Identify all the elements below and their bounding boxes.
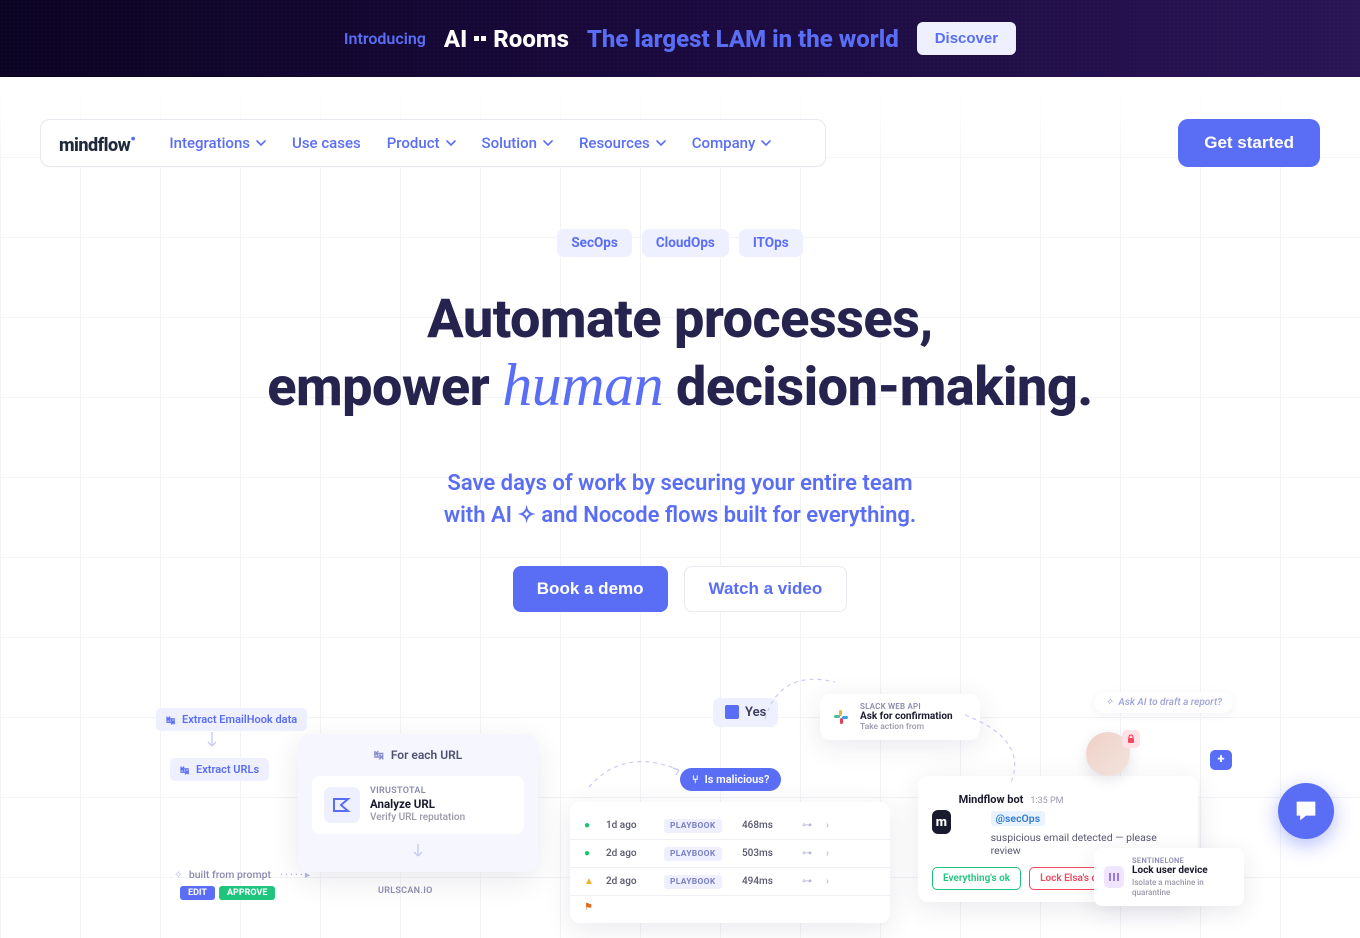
connector-arc: [584, 742, 684, 792]
urlscan-label: URLSCAN.IO: [378, 886, 433, 896]
status-flag-icon: ⚑: [584, 902, 606, 913]
announcement-discover-button[interactable]: Discover: [917, 22, 1016, 55]
arrow-down-icon: [412, 842, 424, 862]
announcement-tagline: The largest LAM in the world: [587, 25, 899, 53]
nav-items: Integrations Use cases Product Solution …: [169, 134, 771, 152]
nav-integrations[interactable]: Integrations: [169, 134, 266, 152]
chevron-right-icon: ›: [826, 848, 836, 859]
graph-icon: ⊶: [802, 876, 826, 887]
sparkle-icon: ✧: [1105, 697, 1113, 708]
connector-arc: [960, 710, 1060, 790]
chevron-down-icon: [656, 138, 666, 148]
square-icon: [725, 705, 739, 719]
chevron-down-icon: [256, 138, 266, 148]
chat-icon: [1292, 797, 1320, 825]
prompt-action-buttons: EDIT APPROVE: [180, 886, 275, 900]
add-button: +: [1210, 750, 1232, 770]
foreach-card: ↹ For each URL VIRUSTOTAL Analyze URL Ve…: [298, 734, 538, 872]
announcement-intro: Introducing: [344, 29, 426, 48]
slack-card: SLACK WEB API Ask for confirmation Take …: [820, 694, 980, 740]
hero-subhead: Save days of work by securing your entir…: [0, 468, 1360, 532]
transform-icon: ↹: [166, 714, 177, 725]
chevron-down-icon: [761, 138, 771, 148]
sentinelone-icon: [1104, 866, 1124, 888]
book-demo-button[interactable]: Book a demo: [513, 566, 668, 612]
bot-avatar: m: [932, 810, 951, 834]
hero: SecOps CloudOps ITOps Automate processes…: [0, 229, 1360, 612]
status-warn-icon: ▲: [584, 876, 606, 887]
edit-badge: EDIT: [180, 886, 215, 900]
nav-product[interactable]: Product: [387, 134, 456, 152]
loop-icon: ↹: [374, 748, 384, 762]
lock-icon: [1122, 730, 1140, 748]
nav-solution[interactable]: Solution: [482, 134, 553, 152]
virustotal-icon: [324, 787, 360, 823]
announcement-bar: Introducing AI Rooms The largest LAM in …: [0, 0, 1360, 77]
chevron-down-icon: [446, 138, 456, 148]
tag-itops[interactable]: ITOps: [739, 229, 803, 257]
branch-icon: ⑂: [692, 773, 699, 786]
sparkle-icon: ✧: [517, 500, 535, 532]
hero-illustration: ↹ Extract EmailHook data ↹ Extract URLs …: [0, 698, 1360, 938]
virustotal-card: VIRUSTOTAL Analyze URL Verify URL reputa…: [312, 776, 524, 834]
approve-badge: APPROVE: [219, 886, 275, 900]
nav-use-cases[interactable]: Use cases: [292, 134, 361, 152]
hero-buttons: Book a demo Watch a video: [0, 566, 1360, 612]
graph-icon: ⊶: [802, 848, 826, 859]
graph-icon: ⊶: [802, 820, 826, 831]
pill-extract-emailhook: ↹ Extract EmailHook data: [156, 708, 307, 731]
chat-widget-button[interactable]: [1278, 783, 1334, 839]
chevron-right-icon: ›: [826, 876, 836, 887]
nav-company[interactable]: Company: [692, 134, 772, 152]
logo[interactable]: mindflow•: [59, 130, 135, 156]
status-ok-icon: ●: [584, 848, 606, 859]
main-nav: mindflow• Integrations Use cases Product…: [40, 119, 826, 167]
hero-tags: SecOps CloudOps ITOps: [0, 229, 1360, 257]
get-started-button[interactable]: Get started: [1178, 119, 1320, 167]
sentinelone-card: SENTINELONE Lock user device Isolate a m…: [1094, 848, 1244, 906]
chevron-right-icon: ›: [826, 820, 836, 831]
table-row: ⚑: [570, 896, 890, 913]
pill-extract-urls: ↹ Extract URLs: [170, 758, 269, 781]
hero-headline: Automate processes, empower human decisi…: [0, 289, 1360, 420]
ask-ai-pill: ✧ Ask AI to draft a report?: [1094, 692, 1233, 713]
foreach-title: ↹ For each URL: [312, 748, 524, 762]
tag-cloudops[interactable]: CloudOps: [642, 229, 729, 257]
connector-arc: [760, 664, 840, 724]
chevron-down-icon: [543, 138, 553, 148]
announcement-brand: AI Rooms: [444, 25, 569, 53]
table-row: ● 1d ago PLAYBOOK 468ms ⊶ ›: [570, 812, 890, 840]
is-malicious-pill: ⑂ Is malicious?: [680, 768, 781, 791]
dots-icon: [474, 36, 486, 41]
table-row: ▲ 2d ago PLAYBOOK 494ms ⊶ ›: [570, 868, 890, 896]
built-from-prompt-label: ✧ built from prompt ·····▸: [174, 868, 312, 881]
ok-chip: Everything's ok: [932, 867, 1021, 890]
tag-secops[interactable]: SecOps: [557, 229, 631, 257]
nav-resources[interactable]: Resources: [579, 134, 666, 152]
runs-table: ● 1d ago PLAYBOOK 468ms ⊶ › ● 2d ago PLA…: [570, 802, 890, 923]
table-row: ● 2d ago PLAYBOOK 503ms ⊶ ›: [570, 840, 890, 868]
arrow-down-icon: [206, 730, 218, 754]
sparkle-icon: ✧: [174, 868, 183, 881]
transform-icon: ↹: [180, 764, 191, 775]
watch-video-button[interactable]: Watch a video: [684, 566, 848, 612]
status-ok-icon: ●: [584, 820, 606, 831]
